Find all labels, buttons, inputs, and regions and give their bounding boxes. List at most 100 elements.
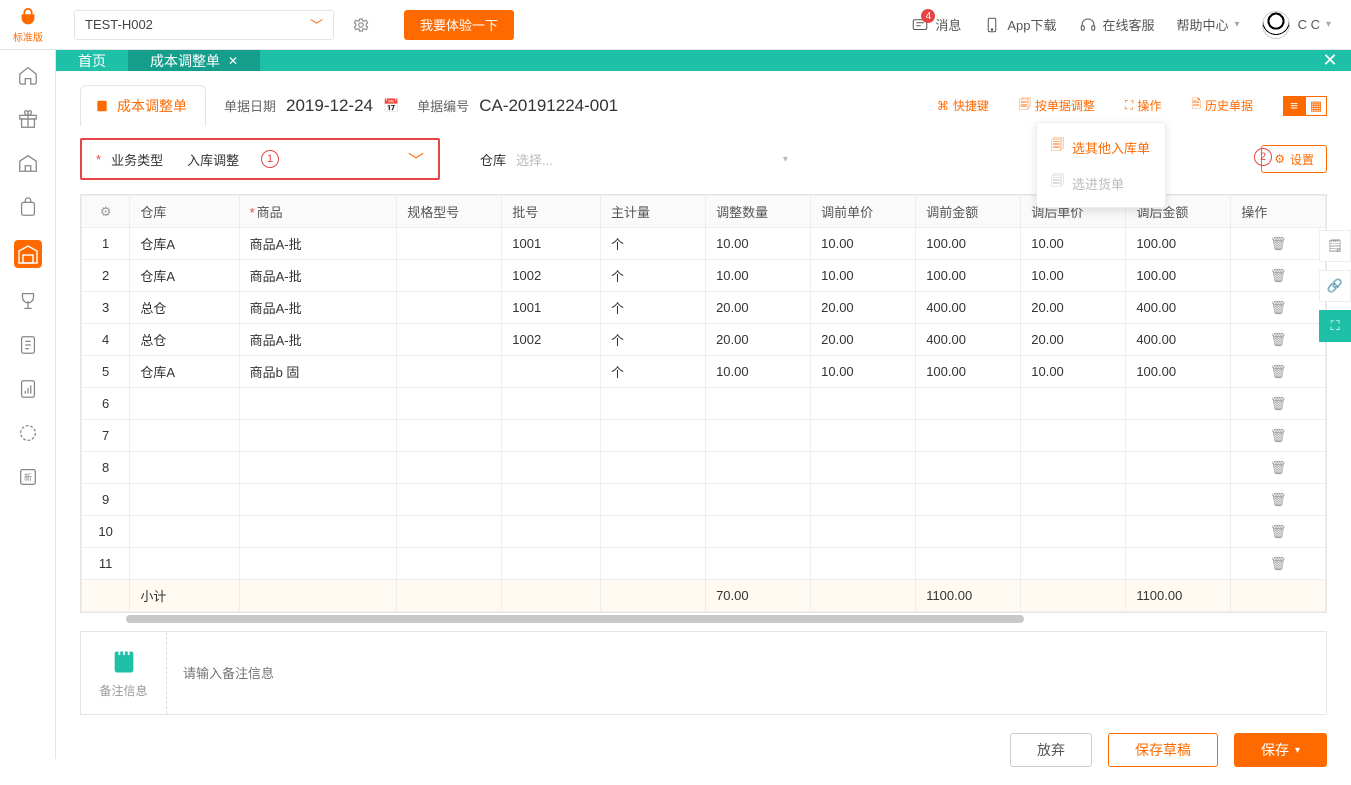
chevron-down-icon: ▾ <box>1326 19 1331 30</box>
annotation-2: 2 <box>1254 148 1272 166</box>
left-nav: 新 <box>0 50 56 759</box>
table-row[interactable]: 1仓库A商品A-批1001个10.0010.00100.0010.00100.0… <box>82 228 1326 260</box>
rail-fullscreen-icon[interactable]: ⛶ <box>1319 310 1351 342</box>
col-header: 规格型号 <box>397 196 502 228</box>
col-header: 批号 <box>502 196 601 228</box>
nav-inventory-icon[interactable] <box>17 152 39 174</box>
menu-purchase[interactable]: 🗐 选进货单 <box>1037 165 1165 201</box>
user-menu[interactable]: C C ▾ <box>1298 17 1331 32</box>
action-history[interactable]: 🗎 历史单据 <box>1191 95 1253 116</box>
messages-button[interactable]: 4 消息 <box>911 15 961 34</box>
col-header: 操作 <box>1231 196 1326 228</box>
warehouse-select[interactable]: 仓库 选择... ▾ <box>480 150 788 169</box>
annotation-1: 1 <box>261 150 279 168</box>
chevron-down-icon: ▾ <box>783 154 788 165</box>
list-view-icon[interactable]: ≡ <box>1283 96 1305 116</box>
doc-number: 单据编号 CA-20191224-001 <box>417 96 618 116</box>
nav-report-icon[interactable] <box>17 378 39 400</box>
close-icon[interactable]: ✕ <box>228 54 238 68</box>
save-button[interactable]: 保存 ▾ <box>1234 733 1327 767</box>
delete-row-icon[interactable]: 🗑 <box>1270 236 1287 251</box>
tab-cost-adjust[interactable]: 成本调整单 ✕ <box>128 50 260 71</box>
chevron-down-icon: ▾ <box>1295 745 1300 756</box>
table-row[interactable]: 11🗑 <box>82 548 1326 580</box>
messages-badge: 4 <box>921 9 935 23</box>
nav-sync-icon[interactable] <box>17 422 39 444</box>
table-row[interactable]: 10🗑 <box>82 516 1326 548</box>
nav-new-icon[interactable]: 新 <box>17 466 39 488</box>
table-row[interactable]: 3总仓商品A-批1001个20.0020.00400.0020.00400.00… <box>82 292 1326 324</box>
remark-label: 备注信息 <box>99 682 147 699</box>
avatar[interactable] <box>1262 11 1290 39</box>
col-header: *商品 <box>239 196 397 228</box>
delete-row-icon[interactable]: 🗑 <box>1270 492 1287 507</box>
delete-row-icon[interactable]: 🗑 <box>1270 332 1287 347</box>
view-toggle[interactable]: ≡ ▦ <box>1283 96 1327 116</box>
business-type-select[interactable]: * 业务类型 入库调整 1 ﹀ <box>80 138 440 180</box>
grid-view-icon[interactable]: ▦ <box>1305 96 1327 116</box>
doc-date-value[interactable]: 2019-12-24 <box>286 96 373 116</box>
col-header: 仓库 <box>130 196 239 228</box>
calendar-icon[interactable]: 📅 <box>383 98 399 114</box>
doc-type-tab[interactable]: 成本调整单 <box>80 85 206 126</box>
col-header: ⚙ <box>82 196 130 228</box>
save-draft-button[interactable]: 保存草稿 <box>1108 733 1218 767</box>
menu-other-inbound[interactable]: 🗐 选其他入库单 <box>1037 129 1165 165</box>
delete-row-icon[interactable]: 🗑 <box>1270 460 1287 475</box>
subtotal-row: 小计70.001100.001100.00 <box>82 580 1326 612</box>
nav-shop-icon[interactable] <box>17 196 39 218</box>
app-logo[interactable]: 标准版 <box>0 6 56 44</box>
app-download-button[interactable]: App下载 <box>983 15 1056 34</box>
delete-row-icon[interactable]: 🗑 <box>1270 364 1287 379</box>
table-row[interactable]: 8🗑 <box>82 452 1326 484</box>
remark-section: 备注信息 <box>80 631 1327 715</box>
delete-row-icon[interactable]: 🗑 <box>1270 396 1287 411</box>
chevron-down-icon: ▾ <box>1235 19 1240 30</box>
company-select[interactable]: TEST-H002 ﹀ <box>74 10 334 40</box>
rail-link-icon[interactable]: 🔗 <box>1319 270 1351 302</box>
chevron-down-icon: ﹀ <box>408 147 424 171</box>
tab-strip: 首页 成本调整单 ✕ ✕ <box>56 50 1351 71</box>
table-row[interactable]: 2仓库A商品A-批1002个10.0010.00100.0010.00100.0… <box>82 260 1326 292</box>
action-shortcut[interactable]: ⌘ 快捷键 <box>937 97 989 114</box>
trial-cta-button[interactable]: 我要体验一下 <box>404 10 514 40</box>
svg-text:新: 新 <box>23 473 31 483</box>
delete-row-icon[interactable]: 🗑 <box>1270 556 1287 571</box>
note-icon <box>110 648 138 676</box>
help-center-button[interactable]: 帮助中心 ▾ <box>1177 15 1240 34</box>
business-type-value: 入库调整 <box>187 150 239 169</box>
col-header: 调前金额 <box>916 196 1021 228</box>
table-row[interactable]: 9🗑 <box>82 484 1326 516</box>
gear-icon[interactable]: ⚙ <box>100 204 112 219</box>
rail-note-icon[interactable]: 🗒 <box>1319 230 1351 262</box>
customer-service-button[interactable]: 在线客服 <box>1079 15 1155 34</box>
table-row[interactable]: 5仓库A商品b 固个10.0010.00100.0010.00100.00🗑 <box>82 356 1326 388</box>
tab-home[interactable]: 首页 <box>56 50 128 71</box>
nav-home-icon[interactable] <box>17 64 39 86</box>
remark-input[interactable] <box>167 632 1326 714</box>
delete-row-icon[interactable]: 🗑 <box>1270 428 1287 443</box>
nav-doc-icon[interactable] <box>17 334 39 356</box>
delete-row-icon[interactable]: 🗑 <box>1270 268 1287 283</box>
discard-button[interactable]: 放弃 <box>1010 733 1092 767</box>
table-row[interactable]: 6🗑 <box>82 388 1326 420</box>
col-header: 调整数量 <box>706 196 811 228</box>
action-by-document[interactable]: 🗐 按单据调整 <box>1019 95 1095 116</box>
tab-close-all[interactable]: ✕ <box>1309 50 1351 71</box>
company-name: TEST-H002 <box>85 17 153 32</box>
nav-money-icon[interactable] <box>17 290 39 312</box>
table-row[interactable]: 7🗑 <box>82 420 1326 452</box>
right-rail: 🗒 🔗 ⛶ <box>1319 230 1351 342</box>
delete-row-icon[interactable]: 🗑 <box>1270 300 1287 315</box>
delete-row-icon[interactable]: 🗑 <box>1270 524 1287 539</box>
nav-gift-icon[interactable] <box>17 108 39 130</box>
col-header: 调前单价 <box>811 196 916 228</box>
table-row[interactable]: 4总仓商品A-批1002个20.0020.00400.0020.00400.00… <box>82 324 1326 356</box>
source-doc-menu: 🗐 选其他入库单 🗐 选进货单 <box>1036 122 1166 208</box>
chevron-down-icon: ﹀ <box>310 15 323 34</box>
action-batch[interactable]: ⛶ 操作 <box>1125 97 1161 114</box>
nav-warehouse-icon[interactable] <box>14 240 42 268</box>
col-header: 主计量 <box>601 196 706 228</box>
edition-label: 标准版 <box>13 29 43 44</box>
settings-button[interactable] <box>346 10 376 40</box>
